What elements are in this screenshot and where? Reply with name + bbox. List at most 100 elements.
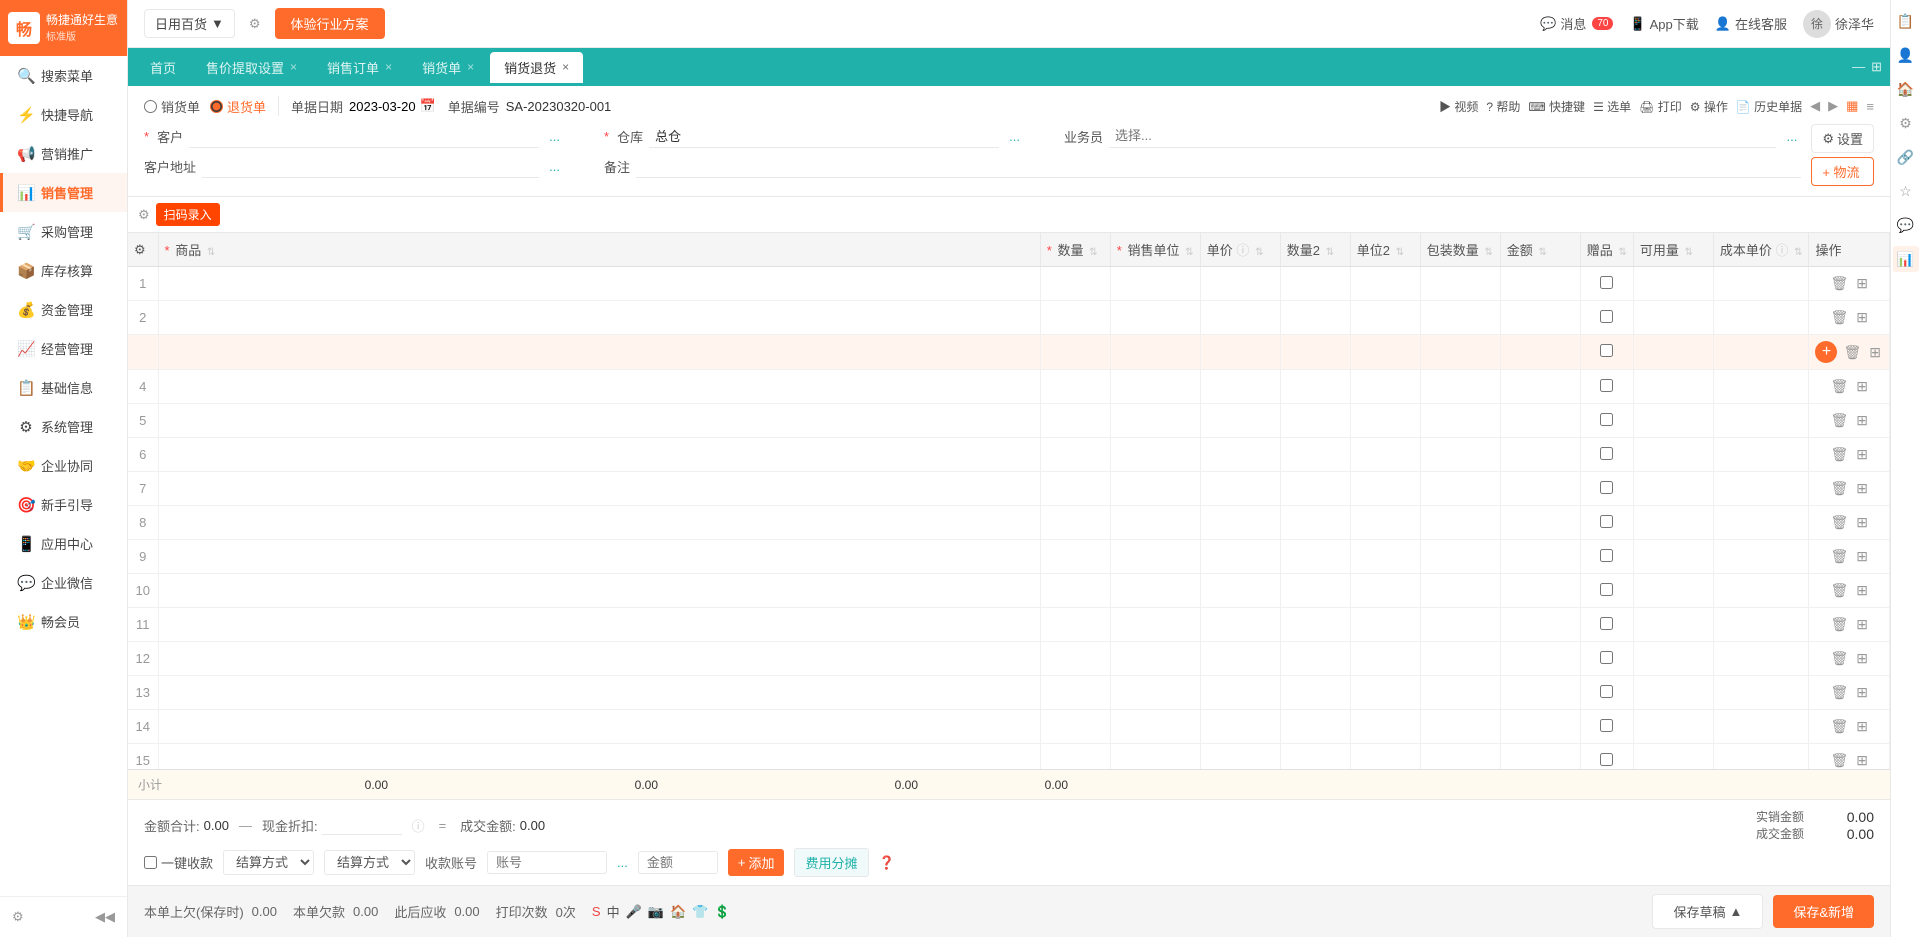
qty2-cell-10[interactable] bbox=[1280, 574, 1350, 608]
unit2-cell-13[interactable] bbox=[1350, 676, 1420, 710]
account-more-btn[interactable]: ... bbox=[617, 855, 628, 870]
available-cell-10[interactable] bbox=[1633, 574, 1713, 608]
select-bill-btn[interactable]: ☰ 选单 bbox=[1593, 98, 1631, 115]
list-view-icon[interactable]: ≡ bbox=[1866, 99, 1874, 114]
gift-checkbox-2[interactable] bbox=[1600, 310, 1613, 323]
copy-row-btn-10[interactable]: ⊞ bbox=[1854, 580, 1870, 601]
copy-row-btn-6[interactable]: ⊞ bbox=[1854, 444, 1870, 465]
unit2-cell-1[interactable] bbox=[1350, 267, 1420, 301]
unit-cell-11[interactable] bbox=[1110, 608, 1200, 642]
gift-cell-8[interactable] bbox=[1580, 506, 1633, 540]
status-dollar-icon[interactable]: 💲 bbox=[714, 904, 730, 920]
amount-cell-6[interactable] bbox=[1500, 438, 1580, 472]
video-btn[interactable]: ▶ 视频 bbox=[1439, 98, 1478, 115]
unit-cell-4[interactable] bbox=[1110, 370, 1200, 404]
qty2-cell-8[interactable] bbox=[1280, 506, 1350, 540]
copy-row-btn-13[interactable]: ⊞ bbox=[1854, 682, 1870, 703]
qty2-cell-13[interactable] bbox=[1280, 676, 1350, 710]
delete-row-btn-1[interactable]: 🗑 bbox=[1828, 273, 1850, 294]
unit2-cell-10[interactable] bbox=[1350, 574, 1420, 608]
minimize-icon[interactable]: — bbox=[1852, 59, 1865, 75]
qty-cell-10[interactable] bbox=[1040, 574, 1110, 608]
qty-cell-8[interactable] bbox=[1040, 506, 1110, 540]
qty-sort-icon[interactable]: ⇅ bbox=[1089, 247, 1097, 258]
available-cell-12[interactable] bbox=[1633, 642, 1713, 676]
available-cell-11[interactable] bbox=[1633, 608, 1713, 642]
price-cell-10[interactable] bbox=[1200, 574, 1280, 608]
cost-cell-6[interactable] bbox=[1713, 438, 1809, 472]
amount-cell-8[interactable] bbox=[1500, 506, 1580, 540]
delete-row-btn-6[interactable]: 🗑 bbox=[1828, 444, 1850, 465]
qty-cell-15[interactable] bbox=[1040, 744, 1110, 770]
amount-cell-15[interactable] bbox=[1500, 744, 1580, 770]
gift-checkbox-9[interactable] bbox=[1600, 549, 1613, 562]
available-cell-3[interactable] bbox=[1633, 335, 1713, 370]
price-cell-5[interactable] bbox=[1200, 404, 1280, 438]
available-sort-icon[interactable]: ⇅ bbox=[1684, 247, 1692, 258]
cost-sort-icon[interactable]: ⇅ bbox=[1794, 247, 1802, 258]
gift-checkbox-14[interactable] bbox=[1600, 719, 1613, 732]
add-logistics-btn[interactable]: + 物流 bbox=[1811, 157, 1874, 186]
fee-split-btn[interactable]: 费用分摊 bbox=[794, 848, 868, 877]
tab-return-close[interactable]: × bbox=[562, 60, 569, 74]
product-cell-5[interactable] bbox=[158, 404, 1040, 438]
right-icon-4[interactable]: ⚙ bbox=[1893, 110, 1919, 136]
cost-cell-2[interactable] bbox=[1713, 301, 1809, 335]
gift-checkbox-11[interactable] bbox=[1600, 617, 1613, 630]
pack-cell-5[interactable] bbox=[1420, 404, 1500, 438]
pack-cell-10[interactable] bbox=[1420, 574, 1500, 608]
delete-row-btn-12[interactable]: 🗑 bbox=[1828, 648, 1850, 669]
product-sort-icon[interactable]: ⇅ bbox=[207, 247, 215, 258]
qty2-cell-9[interactable] bbox=[1280, 540, 1350, 574]
amount-cell-5[interactable] bbox=[1500, 404, 1580, 438]
price-cell-8[interactable] bbox=[1200, 506, 1280, 540]
sidebar-item-wechat[interactable]: 💬 企业微信 bbox=[0, 563, 127, 602]
amount-cell-2[interactable] bbox=[1500, 301, 1580, 335]
unit-sort-icon[interactable]: ⇅ bbox=[1185, 247, 1193, 258]
copy-row-btn-9[interactable]: ⊞ bbox=[1854, 546, 1870, 567]
gift-cell-13[interactable] bbox=[1580, 676, 1633, 710]
sidebar-item-guide[interactable]: 🎯 新手引导 bbox=[0, 485, 127, 524]
delete-row-btn-3[interactable]: 🗑 bbox=[1841, 342, 1863, 363]
gift-checkbox-1[interactable] bbox=[1600, 276, 1613, 289]
amount-cell-4[interactable] bbox=[1500, 370, 1580, 404]
warehouse-input[interactable] bbox=[649, 124, 999, 148]
save-new-btn[interactable]: 保存&新增 bbox=[1773, 895, 1874, 928]
cost-cell-11[interactable] bbox=[1713, 608, 1809, 642]
notification-btn[interactable]: 💬 消息 70 bbox=[1540, 14, 1613, 33]
sidebar-item-purchase[interactable]: 🛒 采购管理 bbox=[0, 212, 127, 251]
unit2-cell-6[interactable] bbox=[1350, 438, 1420, 472]
amount-cell-9[interactable] bbox=[1500, 540, 1580, 574]
product-cell-14[interactable] bbox=[158, 710, 1040, 744]
delete-row-btn-2[interactable]: 🗑 bbox=[1828, 307, 1850, 328]
cost-cell-7[interactable] bbox=[1713, 472, 1809, 506]
unit-cell-15[interactable] bbox=[1110, 744, 1200, 770]
price-cell-1[interactable] bbox=[1200, 267, 1280, 301]
cost-cell-10[interactable] bbox=[1713, 574, 1809, 608]
help-btn[interactable]: ? 帮助 bbox=[1486, 98, 1520, 115]
product-input-3[interactable] bbox=[165, 345, 1034, 360]
unit-cell-2[interactable] bbox=[1110, 301, 1200, 335]
cost-cell-13[interactable] bbox=[1713, 676, 1809, 710]
unit-cell-5[interactable] bbox=[1110, 404, 1200, 438]
print-btn[interactable]: 🖨 打印 bbox=[1639, 98, 1682, 115]
grid-view-icon[interactable]: ▦ bbox=[1846, 98, 1858, 114]
copy-row-btn-8[interactable]: ⊞ bbox=[1854, 512, 1870, 533]
save-draft-btn[interactable]: 保存草稿 ▲ bbox=[1652, 894, 1763, 929]
product-cell-4[interactable] bbox=[158, 370, 1040, 404]
right-icon-7[interactable]: 💬 bbox=[1893, 212, 1919, 238]
sidebar-item-apps[interactable]: 📱 应用中心 bbox=[0, 524, 127, 563]
sidebar-item-shortcut[interactable]: ⚡ 快捷导航 bbox=[0, 95, 127, 134]
available-cell-15[interactable] bbox=[1633, 744, 1713, 770]
product-cell-8[interactable] bbox=[158, 506, 1040, 540]
qty2-cell-12[interactable] bbox=[1280, 642, 1350, 676]
price-cell-13[interactable] bbox=[1200, 676, 1280, 710]
status-shirt-icon[interactable]: 👕 bbox=[692, 904, 708, 920]
next-record-icon[interactable]: ▶ bbox=[1828, 98, 1838, 114]
cost-cell-15[interactable] bbox=[1713, 744, 1809, 770]
available-cell-7[interactable] bbox=[1633, 472, 1713, 506]
add-btn[interactable]: + 添加 bbox=[728, 849, 785, 876]
pack-cell-11[interactable] bbox=[1420, 608, 1500, 642]
tab-order-close[interactable]: × bbox=[385, 60, 392, 74]
unit-cell-9[interactable] bbox=[1110, 540, 1200, 574]
